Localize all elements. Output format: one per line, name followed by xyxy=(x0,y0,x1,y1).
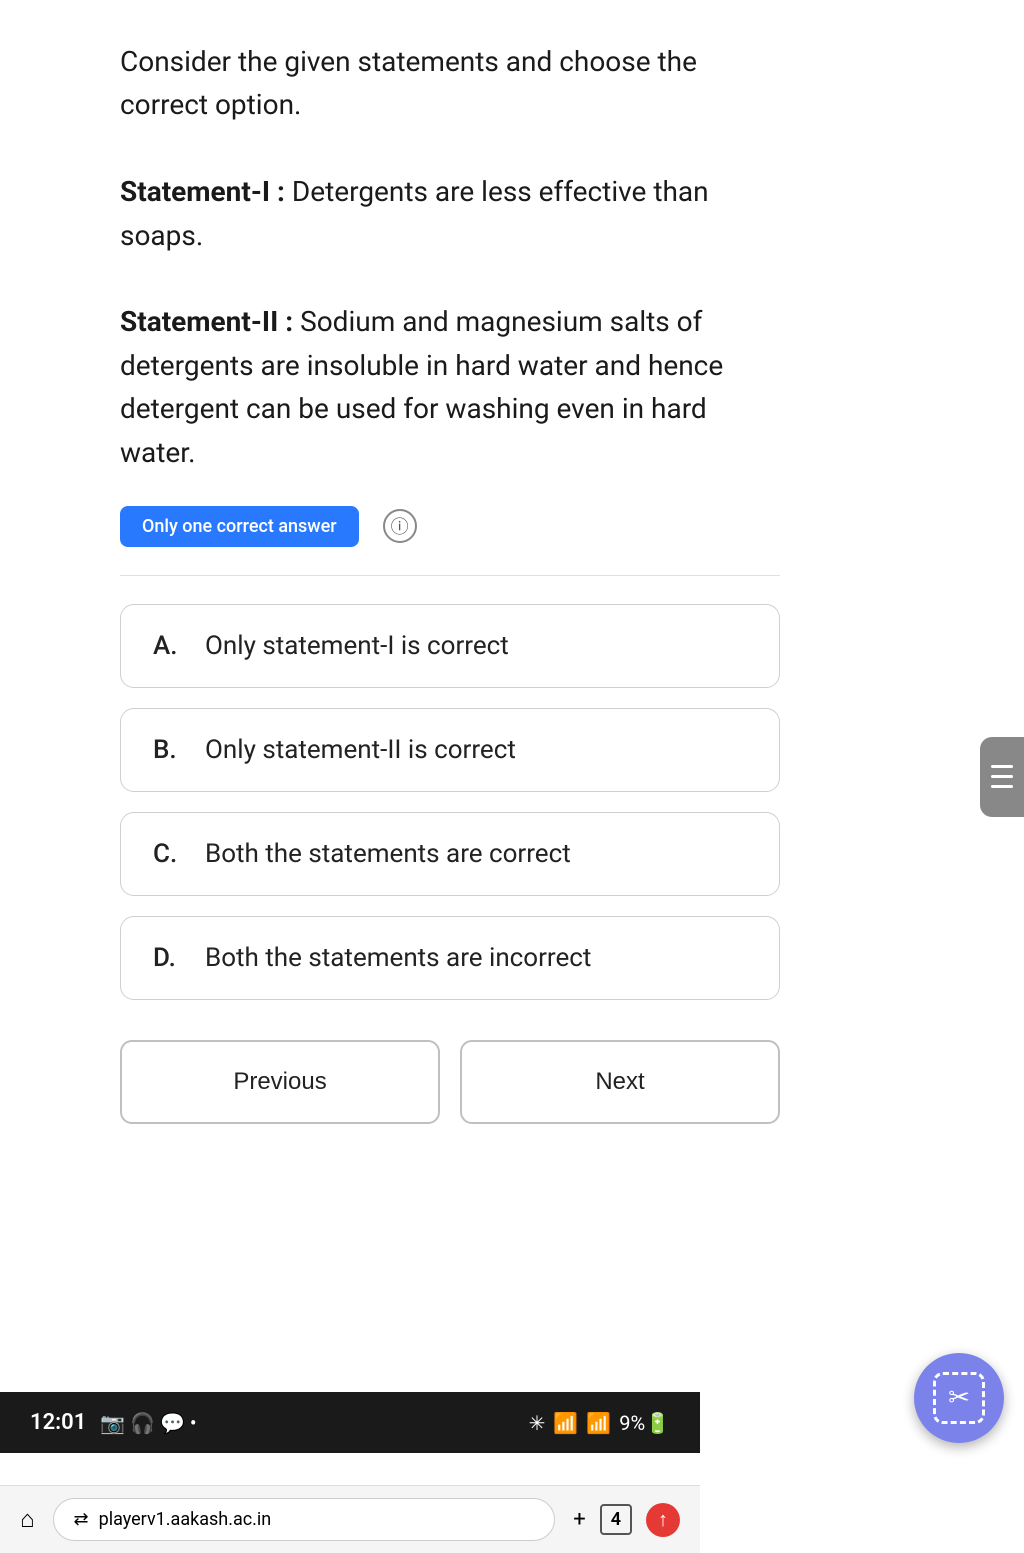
fab-inner: ✂ xyxy=(933,1372,985,1424)
url-box[interactable]: ⇄ playerv1.aakash.ac.in xyxy=(53,1498,556,1541)
option-b-text: Only statement-II is correct xyxy=(205,735,516,765)
option-d[interactable]: D. Both the statements are incorrect xyxy=(120,916,780,1000)
question-text: Consider the given statements and choose… xyxy=(120,40,780,474)
browser-bar-icons: + 4 ↑ xyxy=(573,1503,680,1537)
previous-button[interactable]: Previous xyxy=(120,1040,440,1124)
fab-button[interactable]: ✂ xyxy=(914,1353,1004,1443)
battery-text: 9%🔋 xyxy=(619,1411,670,1435)
next-button[interactable]: Next xyxy=(460,1040,780,1124)
bluetooth-icon: ✳ xyxy=(529,1411,546,1435)
option-c-letter: C. xyxy=(153,839,183,869)
option-b[interactable]: B. Only statement-II is correct xyxy=(120,708,780,792)
option-a-text: Only statement-I is correct xyxy=(205,631,509,661)
side-handle-lines xyxy=(991,765,1013,788)
answer-type-row: Only one correct answer ⓘ xyxy=(120,506,780,547)
divider xyxy=(120,575,780,576)
options-list: A. Only statement-I is correct B. Only s… xyxy=(120,604,780,1000)
option-d-letter: D. xyxy=(153,943,183,973)
status-time: 12:01 xyxy=(30,1410,86,1435)
status-bar: 12:01 📷 🎧 💬 • ✳ 📶 📶 9%🔋 xyxy=(0,1392,700,1453)
status-icons: 📷 🎧 💬 • xyxy=(100,1411,196,1435)
status-right-icons: ✳ 📶 📶 9%🔋 xyxy=(529,1411,670,1435)
signal-icon: 📶 xyxy=(586,1411,611,1435)
option-a[interactable]: A. Only statement-I is correct xyxy=(120,604,780,688)
option-a-letter: A. xyxy=(153,631,183,661)
tab-count-box[interactable]: 4 xyxy=(600,1504,632,1535)
info-icon[interactable]: ⓘ xyxy=(383,509,417,543)
browser-bar: ⌂ ⇄ playerv1.aakash.ac.in + 4 ↑ xyxy=(0,1485,700,1553)
plus-icon[interactable]: + xyxy=(573,1507,585,1532)
wifi-icon: 📶 xyxy=(553,1411,578,1435)
statement1-label: Statement-I : xyxy=(120,175,292,208)
option-d-text: Both the statements are incorrect xyxy=(205,943,591,973)
upload-icon[interactable]: ↑ xyxy=(646,1503,680,1537)
option-c-text: Both the statements are correct xyxy=(205,839,571,869)
handle-line-1 xyxy=(991,765,1013,768)
url-text: playerv1.aakash.ac.in xyxy=(99,1509,272,1530)
question-intro: Consider the given statements and choose… xyxy=(120,45,697,121)
statement2-label: Statement-II : xyxy=(120,305,300,338)
option-c[interactable]: C. Both the statements are correct xyxy=(120,812,780,896)
handle-line-2 xyxy=(991,775,1013,778)
scissors-icon: ✂ xyxy=(948,1383,970,1413)
nav-buttons: Previous Next xyxy=(120,1040,780,1124)
handle-line-3 xyxy=(991,785,1013,788)
tab-icon: ⇄ xyxy=(74,1509,89,1530)
side-handle[interactable] xyxy=(980,737,1024,817)
status-bar-left: 12:01 📷 🎧 💬 • xyxy=(30,1410,197,1435)
home-icon[interactable]: ⌂ xyxy=(20,1505,35,1534)
answer-type-badge: Only one correct answer xyxy=(120,506,359,547)
option-b-letter: B. xyxy=(153,735,183,765)
